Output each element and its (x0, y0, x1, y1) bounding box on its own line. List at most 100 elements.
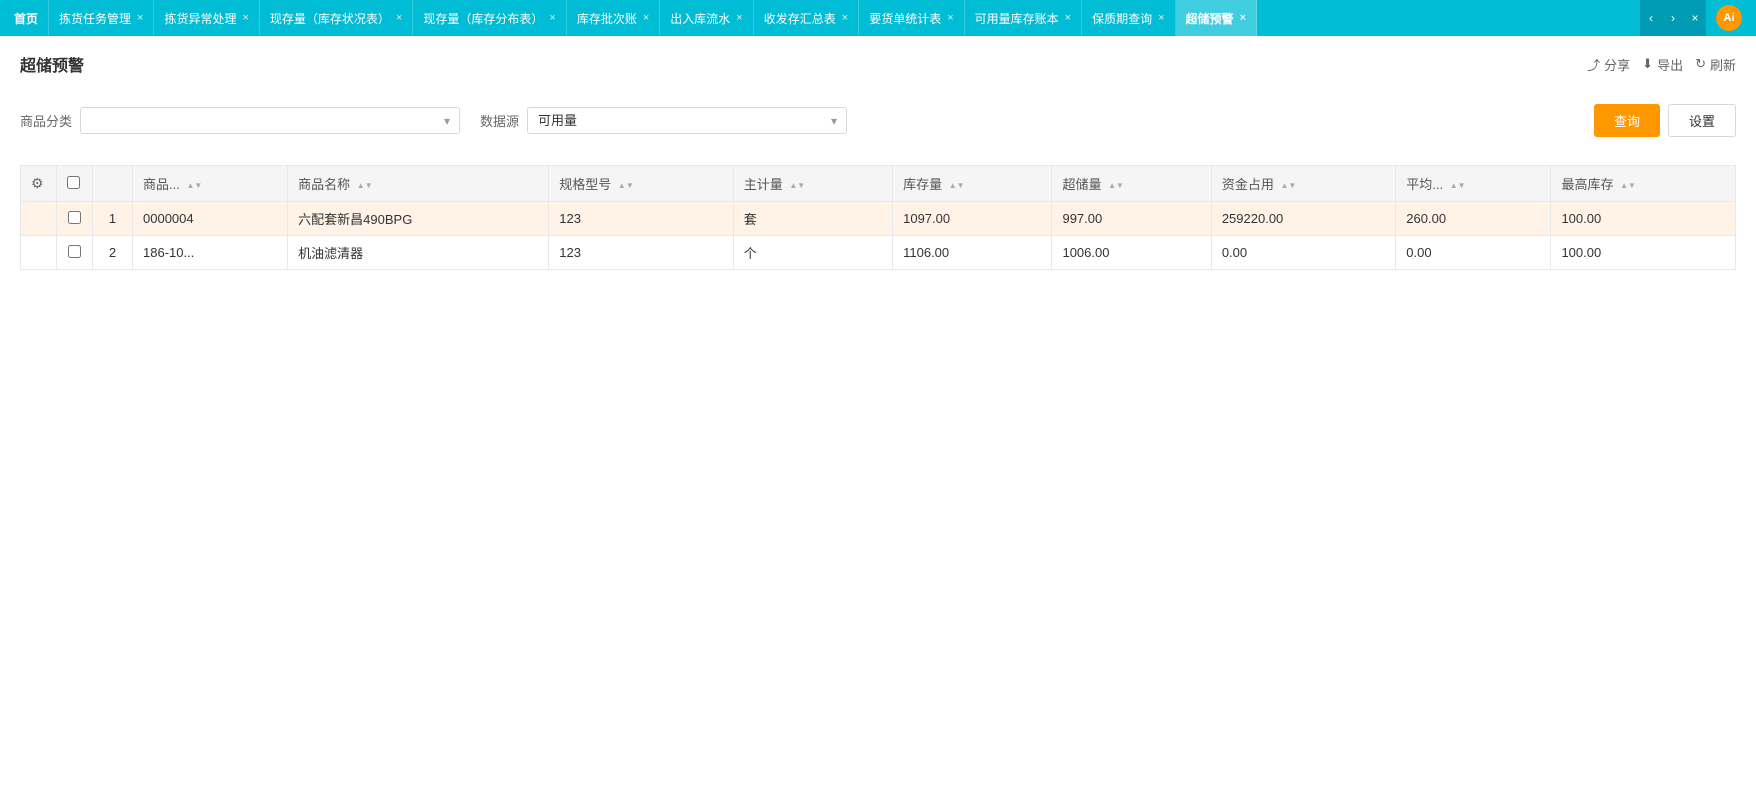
nav-label-batch-account: 库存批次账 (577, 10, 637, 27)
select-all-checkbox[interactable] (67, 176, 80, 189)
th-product-code[interactable]: 商品... ▲▼ (133, 166, 288, 202)
nav-label-order-stat: 要货单统计表 (869, 10, 941, 27)
nav-item-recv-send[interactable]: 收发存汇总表 × (754, 0, 859, 36)
close-icon-batch-account[interactable]: × (643, 12, 649, 24)
nav-label-inventory-dist: 现存量（库存分布表） (423, 10, 543, 27)
nav-item-inout-flow[interactable]: 出入库流水 × (660, 0, 753, 36)
th-unit-label: 主计量 (744, 177, 783, 192)
nav-prev-button[interactable]: ‹ (1640, 0, 1662, 36)
row-checkbox-0[interactable] (68, 211, 81, 224)
nav-item-home[interactable]: 首页 (4, 0, 49, 36)
close-icon-recv-send[interactable]: × (842, 12, 848, 24)
td-inventory-1: 1106.00 (893, 236, 1052, 270)
page-header: 超储预警 ⤴ 分享 ⬇ 导出 ↻ 刷新 (20, 52, 1736, 76)
td-product-code-1: 186-10... (133, 236, 288, 270)
close-icon-task-mgmt[interactable]: × (137, 12, 143, 24)
nav-item-abnormal[interactable]: 拣货异常处理 × (154, 0, 259, 36)
table-row: 2 186-10... 机油滤清器 123 个 1106.00 1006.00 … (21, 236, 1736, 270)
td-over-storage-0: 997.00 (1052, 202, 1211, 236)
datasource-select[interactable]: 可用量 (527, 107, 847, 134)
nav-item-inventory-dist[interactable]: 现存量（库存分布表） × (413, 0, 566, 36)
th-inventory-label: 库存量 (903, 177, 942, 192)
nav-label-available-ledger: 可用量库存账本 (975, 10, 1059, 27)
th-gear[interactable]: ⚙ (21, 166, 57, 202)
share-button[interactable]: ⤴ 分享 (1587, 55, 1630, 74)
nav-item-inventory-status[interactable]: 现存量（库存状况表） × (260, 0, 413, 36)
refresh-button[interactable]: ↻ 刷新 (1695, 55, 1736, 74)
close-icon-inventory-dist[interactable]: × (549, 12, 555, 24)
th-max-inventory-label: 最高库存 (1561, 177, 1613, 192)
close-icon-order-stat[interactable]: × (947, 12, 953, 24)
nav-label-task-mgmt: 拣货任务管理 (59, 10, 131, 27)
table-header: ⚙ 商品... ▲▼ 商品名称 ▲▼ 规格型号 ▲▼ (21, 166, 1736, 202)
category-label: 商品分类 (20, 111, 72, 130)
close-icon-over-storage[interactable]: × (1240, 12, 1246, 24)
nav-next-button[interactable]: › (1662, 0, 1684, 36)
nav-label-home: 首页 (14, 10, 38, 27)
nav-item-over-storage[interactable]: 超储预警 × (1176, 0, 1257, 36)
datasource-filter: 数据源 可用量 (480, 107, 847, 134)
sort-icon-capital: ▲▼ (1280, 182, 1296, 190)
nav-label-recv-send: 收发存汇总表 (764, 10, 836, 27)
nav-label-quality-check: 保质期查询 (1092, 10, 1152, 27)
close-icon-inventory-status[interactable]: × (396, 12, 402, 24)
page-title: 超储预警 (20, 52, 84, 76)
td-row-num-0: 1 (93, 202, 133, 236)
th-product-name[interactable]: 商品名称 ▲▼ (288, 166, 549, 202)
td-row-num-1: 2 (93, 236, 133, 270)
export-button[interactable]: ⬇ 导出 (1642, 55, 1683, 74)
nav-item-order-stat[interactable]: 要货单统计表 × (859, 0, 964, 36)
th-inventory[interactable]: 库存量 ▲▼ (893, 166, 1052, 202)
th-unit[interactable]: 主计量 ▲▼ (733, 166, 892, 202)
close-icon-abnormal[interactable]: × (242, 12, 248, 24)
export-icon: ⬇ (1642, 56, 1653, 72)
gear-icon[interactable]: ⚙ (31, 175, 44, 191)
nav-item-batch-account[interactable]: 库存批次账 × (567, 0, 660, 36)
top-navigation: 首页 拣货任务管理 × 拣货异常处理 × 现存量（库存状况表） × 现存量（库存… (0, 0, 1756, 36)
nav-label-inout-flow: 出入库流水 (670, 10, 730, 27)
td-product-name-1: 机油滤清器 (288, 236, 549, 270)
td-over-storage-1: 1006.00 (1052, 236, 1211, 270)
filter-actions: 查询 设置 (1594, 104, 1736, 137)
query-button[interactable]: 查询 (1594, 104, 1660, 137)
th-max-inventory[interactable]: 最高库存 ▲▼ (1551, 166, 1736, 202)
td-gear-1 (21, 236, 57, 270)
td-checkbox-0[interactable] (57, 202, 93, 236)
td-avg-0: 260.00 (1396, 202, 1551, 236)
th-over-storage[interactable]: 超储量 ▲▼ (1052, 166, 1211, 202)
sort-icon-max-inventory: ▲▼ (1620, 182, 1636, 190)
td-gear-0 (21, 202, 57, 236)
th-capital[interactable]: 资金占用 ▲▼ (1211, 166, 1395, 202)
sort-icon-avg: ▲▼ (1450, 182, 1466, 190)
nav-item-quality-check[interactable]: 保质期查询 × (1082, 0, 1175, 36)
td-product-code-0: 0000004 (133, 202, 288, 236)
close-icon-inout-flow[interactable]: × (736, 12, 742, 24)
page-content: 超储预警 ⤴ 分享 ⬇ 导出 ↻ 刷新 商品分类 (0, 36, 1756, 800)
nav-label-inventory-status: 现存量（库存状况表） (270, 10, 390, 27)
nav-item-task-mgmt[interactable]: 拣货任务管理 × (49, 0, 154, 36)
td-capital-0: 259220.00 (1211, 202, 1395, 236)
th-checkbox[interactable] (57, 166, 93, 202)
avatar[interactable]: Ai (1716, 5, 1742, 31)
th-spec[interactable]: 规格型号 ▲▼ (549, 166, 733, 202)
table-header-row: ⚙ 商品... ▲▼ 商品名称 ▲▼ 规格型号 ▲▼ (21, 166, 1736, 202)
datasource-select-wrapper: 可用量 (527, 107, 847, 134)
row-checkbox-1[interactable] (68, 245, 81, 258)
close-icon-quality-check[interactable]: × (1158, 12, 1164, 24)
nav-close-button[interactable]: × (1684, 0, 1706, 36)
close-icon-available-ledger[interactable]: × (1065, 12, 1071, 24)
td-checkbox-1[interactable] (57, 236, 93, 270)
category-select-wrapper (80, 107, 460, 134)
td-max-inventory-0: 100.00 (1551, 202, 1736, 236)
category-select[interactable] (80, 107, 460, 134)
nav-arrows: ‹ › × (1640, 0, 1706, 36)
th-avg-label: 平均... (1406, 177, 1443, 192)
th-row-num (93, 166, 133, 202)
th-avg[interactable]: 平均... ▲▼ (1396, 166, 1551, 202)
nav-label-over-storage: 超储预警 (1186, 10, 1234, 27)
nav-item-available-ledger[interactable]: 可用量库存账本 × (965, 0, 1082, 36)
settings-button[interactable]: 设置 (1668, 104, 1736, 137)
nav-label-abnormal: 拣货异常处理 (164, 10, 236, 27)
sort-icon-over-storage: ▲▼ (1108, 182, 1124, 190)
th-product-name-label: 商品名称 (298, 177, 350, 192)
